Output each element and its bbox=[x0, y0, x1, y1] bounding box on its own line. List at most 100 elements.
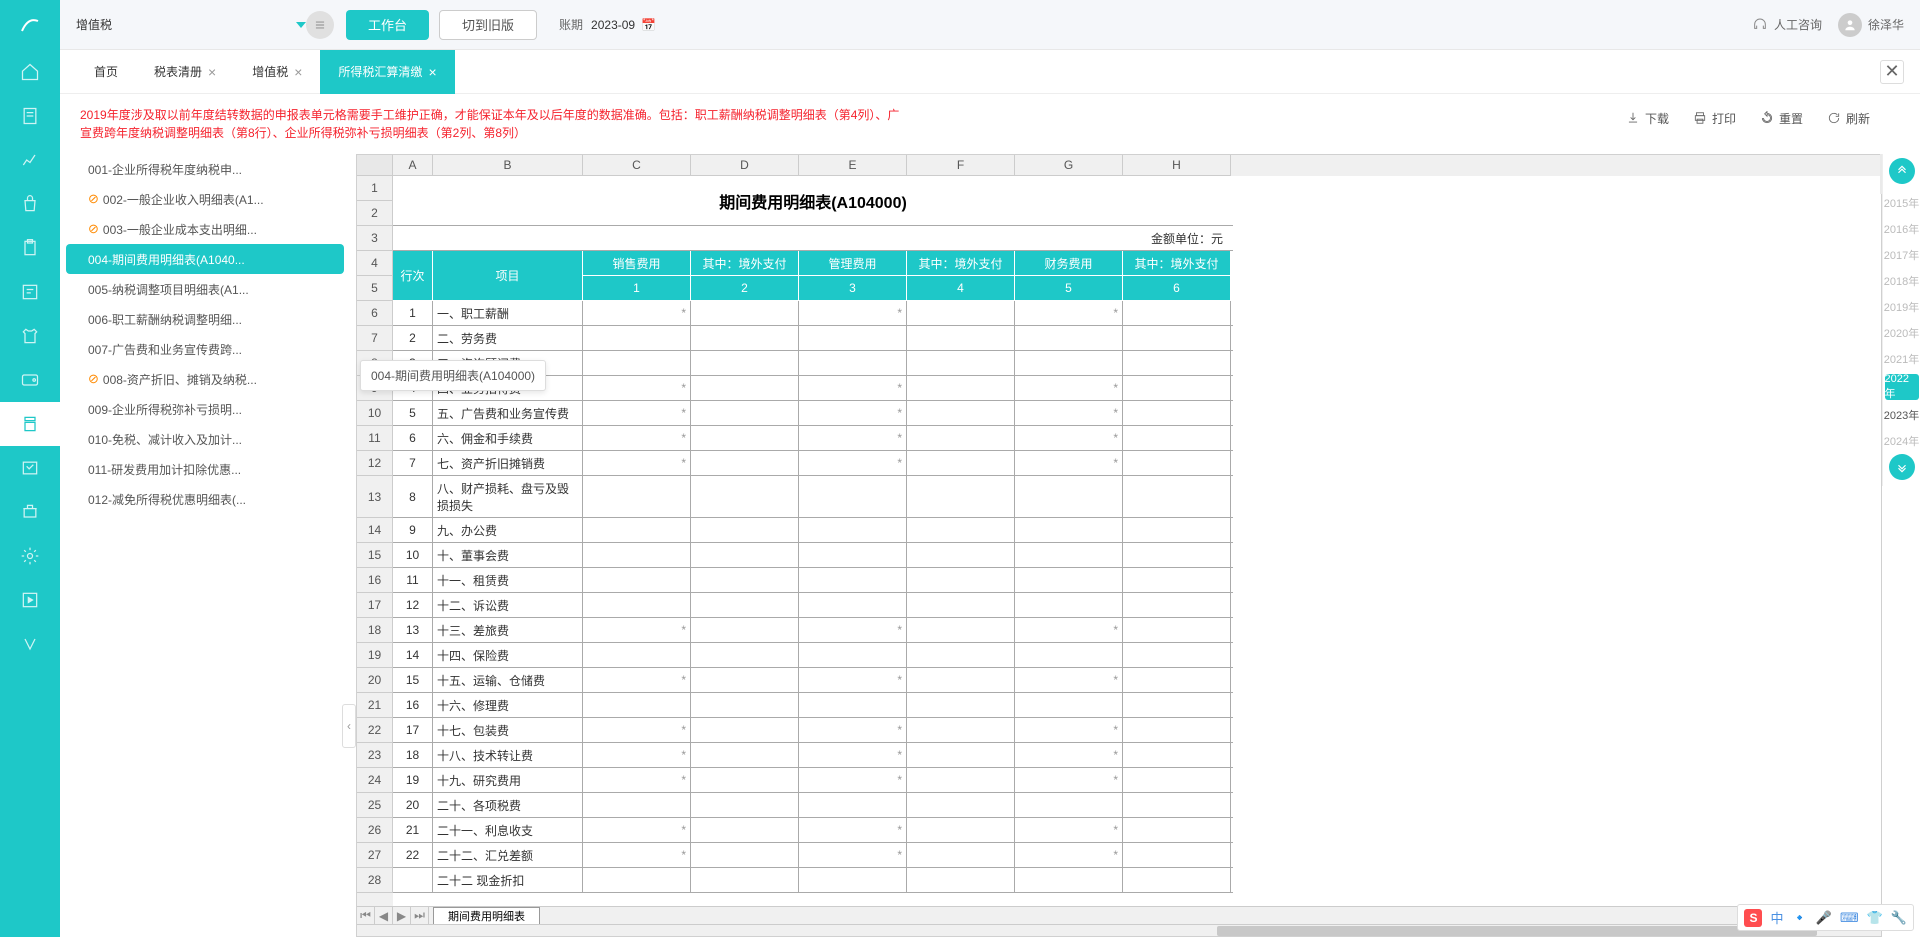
data-row[interactable]: 10十、董事会费 bbox=[393, 543, 1233, 568]
sheet-nav-first[interactable]: ⏮ bbox=[357, 907, 375, 925]
row-header-25[interactable]: 25 bbox=[357, 793, 393, 818]
nav-tax-icon[interactable] bbox=[0, 402, 60, 446]
row-header-13[interactable]: 13 bbox=[357, 476, 393, 518]
year-scroll-down[interactable] bbox=[1889, 454, 1915, 480]
calendar-icon[interactable]: 📅 bbox=[641, 18, 656, 32]
nav-archive-icon[interactable] bbox=[0, 490, 60, 534]
horizontal-scrollbar[interactable] bbox=[357, 924, 1881, 936]
ime-keyboard-icon[interactable]: ⌨ bbox=[1840, 910, 1859, 926]
col-header-F[interactable]: F bbox=[907, 155, 1015, 176]
data-row[interactable]: 15十五、运输、仓储费*** bbox=[393, 668, 1233, 693]
reset-button[interactable]: 重置 bbox=[1760, 106, 1803, 130]
tree-item-1[interactable]: ⊘002-一般企业收入明细表(A1... bbox=[60, 184, 350, 214]
year-scroll-up[interactable] bbox=[1889, 158, 1915, 184]
nav-chart-icon[interactable] bbox=[0, 138, 60, 182]
data-row[interactable]: 16十六、修理费 bbox=[393, 693, 1233, 718]
row-header-10[interactable]: 10 bbox=[357, 401, 393, 426]
nav-play-icon[interactable] bbox=[0, 578, 60, 622]
tab-1[interactable]: 税表清册× bbox=[136, 50, 234, 94]
row-header-26[interactable]: 26 bbox=[357, 818, 393, 843]
tree-item-7[interactable]: ⊘008-资产折旧、摊销及纳税... bbox=[60, 364, 350, 394]
col-header-D[interactable]: D bbox=[691, 155, 799, 176]
tree-item-5[interactable]: 006-职工薪酬纳税调整明细... bbox=[60, 304, 350, 334]
data-row[interactable]: 12十二、诉讼费 bbox=[393, 593, 1233, 618]
close-all-tabs-button[interactable]: ✕ bbox=[1880, 60, 1904, 84]
nav-transfer-icon[interactable] bbox=[0, 446, 60, 490]
data-row[interactable]: 11十一、租赁费 bbox=[393, 568, 1233, 593]
data-row[interactable]: 19十九、研究费用*** bbox=[393, 768, 1233, 793]
sheet-nav-last[interactable]: ⏭ bbox=[411, 907, 429, 925]
nav-form-icon[interactable] bbox=[0, 270, 60, 314]
sheet-tab[interactable]: 期间费用明细表 bbox=[433, 907, 540, 925]
tree-item-8[interactable]: 009-企业所得税弥补亏损明... bbox=[60, 394, 350, 424]
nav-home-icon[interactable] bbox=[0, 50, 60, 94]
nav-doc-icon[interactable] bbox=[0, 94, 60, 138]
data-row[interactable]: 17十七、包装费*** bbox=[393, 718, 1233, 743]
user-menu[interactable]: 徐泽华 bbox=[1838, 13, 1904, 37]
tab-close-icon[interactable]: × bbox=[294, 64, 302, 80]
nav-wallet-icon[interactable] bbox=[0, 358, 60, 402]
row-header-15[interactable]: 15 bbox=[357, 543, 393, 568]
data-row[interactable]: 8八、财产损耗、盘亏及毁损损失 bbox=[393, 476, 1233, 518]
data-row[interactable]: 2二、劳务费 bbox=[393, 326, 1233, 351]
data-row[interactable]: 6六、佣金和手续费*** bbox=[393, 426, 1233, 451]
period-value[interactable]: 2023-09 bbox=[591, 18, 635, 32]
ime-lang[interactable]: 中 bbox=[1770, 908, 1783, 927]
data-row[interactable]: 二十二 现金折扣 bbox=[393, 868, 1233, 893]
tree-item-2[interactable]: ⊘003-一般企业成本支出明细... bbox=[60, 214, 350, 244]
workspace-button[interactable]: 工作台 bbox=[346, 10, 429, 40]
row-header-14[interactable]: 14 bbox=[357, 518, 393, 543]
nav-settings-icon[interactable] bbox=[0, 534, 60, 578]
data-row[interactable]: 9九、办公费 bbox=[393, 518, 1233, 543]
col-header-B[interactable]: B bbox=[433, 155, 583, 176]
row-header-2[interactable]: 2 bbox=[357, 201, 393, 226]
tree-item-10[interactable]: 011-研发费用加计扣除优惠... bbox=[60, 454, 350, 484]
data-row[interactable]: 7七、资产折旧摊销费*** bbox=[393, 451, 1233, 476]
row-header-18[interactable]: 18 bbox=[357, 618, 393, 643]
list-toggle-button[interactable] bbox=[306, 11, 334, 39]
data-row[interactable]: 20二十、各项税费 bbox=[393, 793, 1233, 818]
tab-0[interactable]: 首页 bbox=[76, 50, 136, 94]
nav-shirt-icon[interactable] bbox=[0, 314, 60, 358]
col-header-E[interactable]: E bbox=[799, 155, 907, 176]
download-button[interactable]: 下载 bbox=[1626, 106, 1669, 130]
row-header-19[interactable]: 19 bbox=[357, 643, 393, 668]
data-row[interactable]: 21二十一、利息收支*** bbox=[393, 818, 1233, 843]
row-header-24[interactable]: 24 bbox=[357, 768, 393, 793]
support-link[interactable]: 人工咨询 bbox=[1752, 16, 1822, 33]
row-header-6[interactable]: 6 bbox=[357, 301, 393, 326]
year-2023年[interactable]: 2023年 bbox=[1883, 402, 1920, 428]
row-header-3[interactable]: 3 bbox=[357, 226, 393, 251]
row-header-21[interactable]: 21 bbox=[357, 693, 393, 718]
row-header-5[interactable]: 5 bbox=[357, 276, 393, 301]
ime-punct-icon[interactable]: 🔹 bbox=[1791, 910, 1807, 926]
col-header-H[interactable]: H bbox=[1123, 155, 1231, 176]
row-header-12[interactable]: 12 bbox=[357, 451, 393, 476]
row-header-22[interactable]: 22 bbox=[357, 718, 393, 743]
tree-item-3[interactable]: 004-期间费用明细表(A1040... bbox=[66, 244, 344, 274]
tree-item-6[interactable]: 007-广告费和业务宣传费跨... bbox=[60, 334, 350, 364]
data-row[interactable]: 14十四、保险费 bbox=[393, 643, 1233, 668]
ime-toolbox-icon[interactable]: 🔧 bbox=[1891, 910, 1907, 926]
select-all-corner[interactable] bbox=[357, 155, 393, 176]
tree-item-0[interactable]: 001-企业所得税年度纳税申... bbox=[60, 154, 350, 184]
row-header-20[interactable]: 20 bbox=[357, 668, 393, 693]
sheet-nav-prev[interactable]: ◀ bbox=[375, 907, 393, 925]
tree-item-4[interactable]: 005-纳税调整项目明细表(A1... bbox=[60, 274, 350, 304]
switch-old-button[interactable]: 切到旧版 bbox=[439, 10, 537, 40]
col-header-C[interactable]: C bbox=[583, 155, 691, 176]
tab-close-icon[interactable]: × bbox=[428, 64, 436, 80]
row-header-7[interactable]: 7 bbox=[357, 326, 393, 351]
nav-bag-icon[interactable] bbox=[0, 182, 60, 226]
module-dropdown[interactable]: 增值税 bbox=[76, 16, 306, 33]
tree-item-9[interactable]: 010-免税、减计收入及加计... bbox=[60, 424, 350, 454]
data-row[interactable]: 22二十二、汇兑差额*** bbox=[393, 843, 1233, 868]
ime-skin-icon[interactable]: 👕 bbox=[1867, 910, 1883, 926]
scrollbar-thumb[interactable] bbox=[1217, 926, 1817, 936]
col-header-G[interactable]: G bbox=[1015, 155, 1123, 176]
row-header-17[interactable]: 17 bbox=[357, 593, 393, 618]
grid-body[interactable]: 期间费用明细表(A104000)金额单位：元行次项目销售费用1其中：境外支付2管… bbox=[393, 176, 1881, 906]
sheet-nav-next[interactable]: ▶ bbox=[393, 907, 411, 925]
row-header-27[interactable]: 27 bbox=[357, 843, 393, 868]
print-button[interactable]: 打印 bbox=[1693, 106, 1736, 130]
